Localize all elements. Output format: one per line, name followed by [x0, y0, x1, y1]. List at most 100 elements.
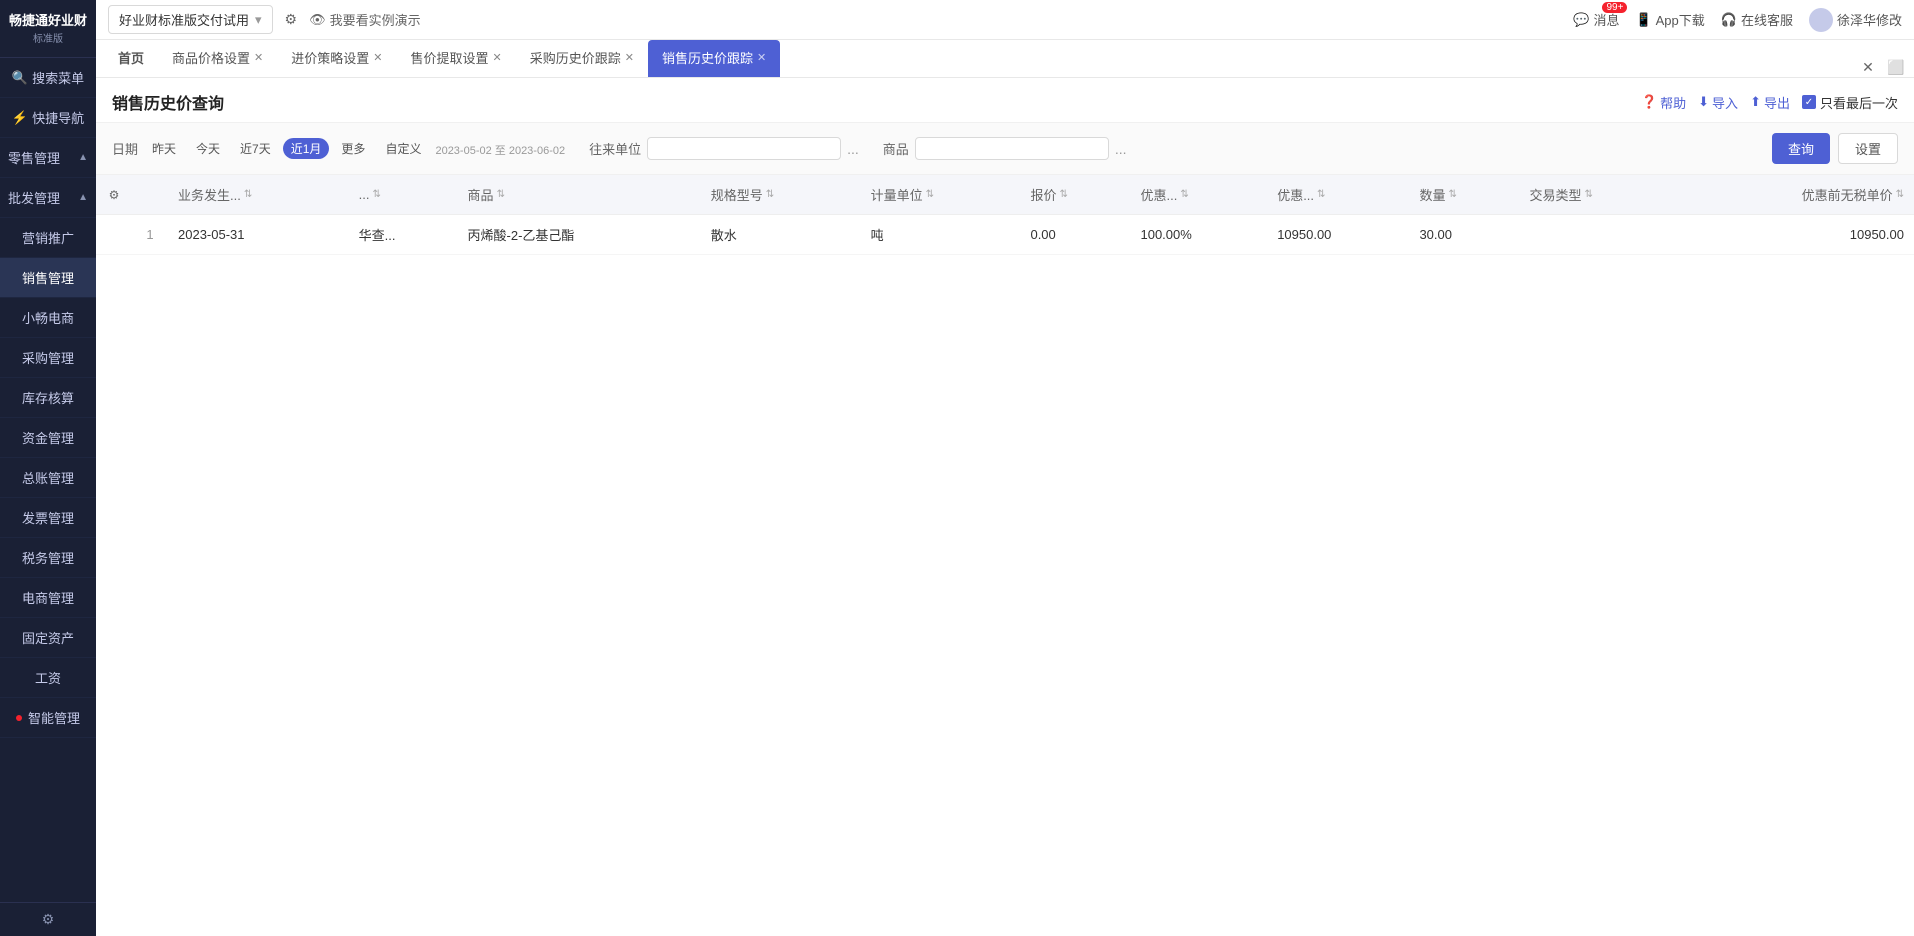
- only-last-checkbox[interactable]: ✓ 只看最后一次: [1802, 93, 1898, 112]
- import-button[interactable]: ⬇ 导入: [1698, 93, 1738, 112]
- table-col-spec[interactable]: 规格型号 ⇅: [701, 175, 861, 215]
- messages-button[interactable]: 💬 消息 99+: [1573, 10, 1619, 29]
- sidebar-invoice-label: 发票管理: [22, 508, 74, 527]
- col-sort-pretax-price[interactable]: 优惠前无税单价 ⇅: [1802, 185, 1904, 204]
- col-sort-more[interactable]: ... ⇅: [359, 187, 381, 202]
- user-avatar: [1809, 8, 1833, 32]
- col-sort-unit[interactable]: 计量单位 ⇅: [871, 185, 934, 204]
- customer-dots-button[interactable]: ...: [847, 141, 859, 157]
- table-col-gear[interactable]: ⚙: [96, 175, 132, 215]
- row-discount2: 10950.00: [1267, 215, 1409, 255]
- main-area: 好业财标准版交付试用 ▾ ⚙ 👁 我要看实例演示 💬 消息 99+ 📱 App下…: [96, 0, 1914, 936]
- date-tab-yesterday[interactable]: 昨天: [144, 138, 184, 159]
- online-service-label: 在线客服: [1741, 10, 1793, 29]
- page-header: 销售历史价查询 ❓ 帮助 ⬇ 导入 ⬆ 导出 ✓ 只看最后一次: [96, 78, 1914, 123]
- col-sort-price[interactable]: 报价 ⇅: [1030, 185, 1067, 204]
- sidebar-item-wholesale[interactable]: 批发管理 ▲: [0, 178, 96, 218]
- version-selector[interactable]: 好业财标准版交付试用 ▾: [108, 5, 273, 34]
- row-gear-cell: [96, 215, 132, 255]
- tab-purchase-history[interactable]: 采购历史价跟踪 ✕: [516, 40, 648, 77]
- filter-date-group: 日期 昨天 今天 近7天 近1月 更多 自定义 2023-05-02 至 202…: [112, 138, 565, 159]
- table-col-unit[interactable]: 计量单位 ⇅: [861, 175, 1021, 215]
- col-sort-trade-type[interactable]: 交易类型 ⇅: [1529, 185, 1592, 204]
- sidebar-item-purchase[interactable]: 采购管理: [0, 338, 96, 378]
- sidebar-item-shortcut[interactable]: ⚡ 快捷导航: [0, 98, 96, 138]
- sidebar-item-ledger[interactable]: 总账管理: [0, 458, 96, 498]
- sidebar-retail-label: 零售管理: [8, 148, 60, 167]
- customer-input[interactable]: [647, 137, 841, 160]
- sidebar-item-search[interactable]: 🔍 搜索菜单: [0, 58, 96, 98]
- sort-icon-business-date: ⇅: [244, 189, 252, 200]
- smart-dot-indicator: [16, 715, 22, 721]
- tab-product-price[interactable]: 商品价格设置 ✕: [158, 40, 277, 77]
- app-download-button[interactable]: 📱 App下载: [1635, 10, 1704, 29]
- sidebar-settings-icon[interactable]: ⚙: [42, 911, 55, 927]
- page-title: 销售历史价查询: [112, 90, 224, 114]
- date-tab-custom[interactable]: 自定义: [377, 138, 429, 159]
- date-tab-today[interactable]: 今天: [188, 138, 228, 159]
- col-sort-quantity[interactable]: 数量 ⇅: [1419, 185, 1456, 204]
- col-business-date-label: 业务发生...: [178, 185, 241, 204]
- col-sort-discount2[interactable]: 优惠... ⇅: [1277, 185, 1325, 204]
- tab-sale-history-close-icon[interactable]: ✕: [757, 51, 766, 64]
- tab-sale-history[interactable]: 销售历史价跟踪 ✕: [648, 40, 780, 77]
- col-discount1-label: 优惠...: [1140, 185, 1177, 204]
- col-sort-business-date[interactable]: 业务发生... ⇅: [178, 185, 252, 204]
- table-col-business-date[interactable]: 业务发生... ⇅: [168, 175, 349, 215]
- table-col-discount2[interactable]: 优惠... ⇅: [1267, 175, 1409, 215]
- row-spec: 散水: [701, 215, 861, 255]
- sidebar-item-finance[interactable]: 资金管理: [0, 418, 96, 458]
- wholesale-arrow-icon: ▲: [78, 192, 88, 203]
- sidebar-item-invoice[interactable]: 发票管理: [0, 498, 96, 538]
- sidebar-item-marketing[interactable]: 营销推广: [0, 218, 96, 258]
- sidebar-item-sales[interactable]: 销售管理: [0, 258, 96, 298]
- sidebar-item-xiaochangec[interactable]: 小畅电商: [0, 298, 96, 338]
- table-col-product[interactable]: 商品 ⇅: [458, 175, 701, 215]
- date-tab-last7[interactable]: 近7天: [232, 138, 279, 159]
- tab-sale-history-label: 销售历史价跟踪: [662, 48, 753, 67]
- sidebar-wholesale-label: 批发管理: [8, 188, 60, 207]
- sidebar-item-salary[interactable]: 工资: [0, 658, 96, 698]
- tab-purchase-strategy-close-icon[interactable]: ✕: [373, 51, 382, 64]
- product-input[interactable]: [915, 137, 1109, 160]
- tab-purchase-history-close-icon[interactable]: ✕: [625, 51, 634, 64]
- sidebar-item-fixed[interactable]: 固定资产: [0, 618, 96, 658]
- table-col-discount1[interactable]: 优惠... ⇅: [1130, 175, 1267, 215]
- demo-link[interactable]: 👁 我要看实例演示: [309, 10, 421, 29]
- export-button[interactable]: ⬆ 导出: [1750, 93, 1790, 112]
- col-sort-discount1[interactable]: 优惠... ⇅: [1140, 185, 1188, 204]
- table-col-quantity[interactable]: 数量 ⇅: [1409, 175, 1519, 215]
- sidebar-item-tax[interactable]: 税务管理: [0, 538, 96, 578]
- data-table-container: ⚙ 业务发生... ⇅ ... ⇅: [96, 175, 1914, 936]
- table-col-more[interactable]: ... ⇅: [349, 175, 458, 215]
- sort-icon-spec: ⇅: [766, 189, 774, 200]
- table-col-trade-type[interactable]: 交易类型 ⇅: [1519, 175, 1679, 215]
- sort-icon-more: ⇅: [372, 189, 380, 200]
- settings-button[interactable]: 设置: [1838, 133, 1898, 164]
- query-button[interactable]: 查询: [1772, 133, 1830, 164]
- window-expand-button[interactable]: ⬜: [1886, 57, 1906, 77]
- tab-sale-extract-close-icon[interactable]: ✕: [493, 51, 502, 64]
- col-sort-product[interactable]: 商品 ⇅: [468, 185, 505, 204]
- date-tab-more[interactable]: 更多: [333, 138, 373, 159]
- tab-purchase-strategy[interactable]: 进价策略设置 ✕: [277, 40, 396, 77]
- table-col-price[interactable]: 报价 ⇅: [1020, 175, 1130, 215]
- date-tab-last1month[interactable]: 近1月: [283, 138, 330, 159]
- product-dots-button[interactable]: ...: [1115, 141, 1127, 157]
- sidebar-item-smart[interactable]: 智能管理: [0, 698, 96, 738]
- sidebar-item-inventory[interactable]: 库存核算: [0, 378, 96, 418]
- help-button[interactable]: ❓ 帮助: [1641, 93, 1686, 112]
- tab-home[interactable]: 首页: [104, 40, 158, 77]
- app-download-icon: 📱: [1635, 12, 1651, 28]
- tab-product-price-close-icon[interactable]: ✕: [254, 51, 263, 64]
- version-selector-arrow-icon: ▾: [255, 12, 262, 28]
- sidebar-item-ecommerce[interactable]: 电商管理: [0, 578, 96, 618]
- tab-sale-extract[interactable]: 售价提取设置 ✕: [396, 40, 515, 77]
- col-sort-spec[interactable]: 规格型号 ⇅: [711, 185, 774, 204]
- topbar-settings-icon[interactable]: ⚙: [285, 11, 298, 28]
- window-close-button[interactable]: ✕: [1858, 57, 1878, 77]
- user-menu[interactable]: 徐泽华修改: [1809, 8, 1902, 32]
- table-col-pretax-price[interactable]: 优惠前无税单价 ⇅: [1679, 175, 1914, 215]
- sidebar-item-retail[interactable]: 零售管理 ▲: [0, 138, 96, 178]
- online-service-button[interactable]: 🎧 在线客服: [1721, 10, 1793, 29]
